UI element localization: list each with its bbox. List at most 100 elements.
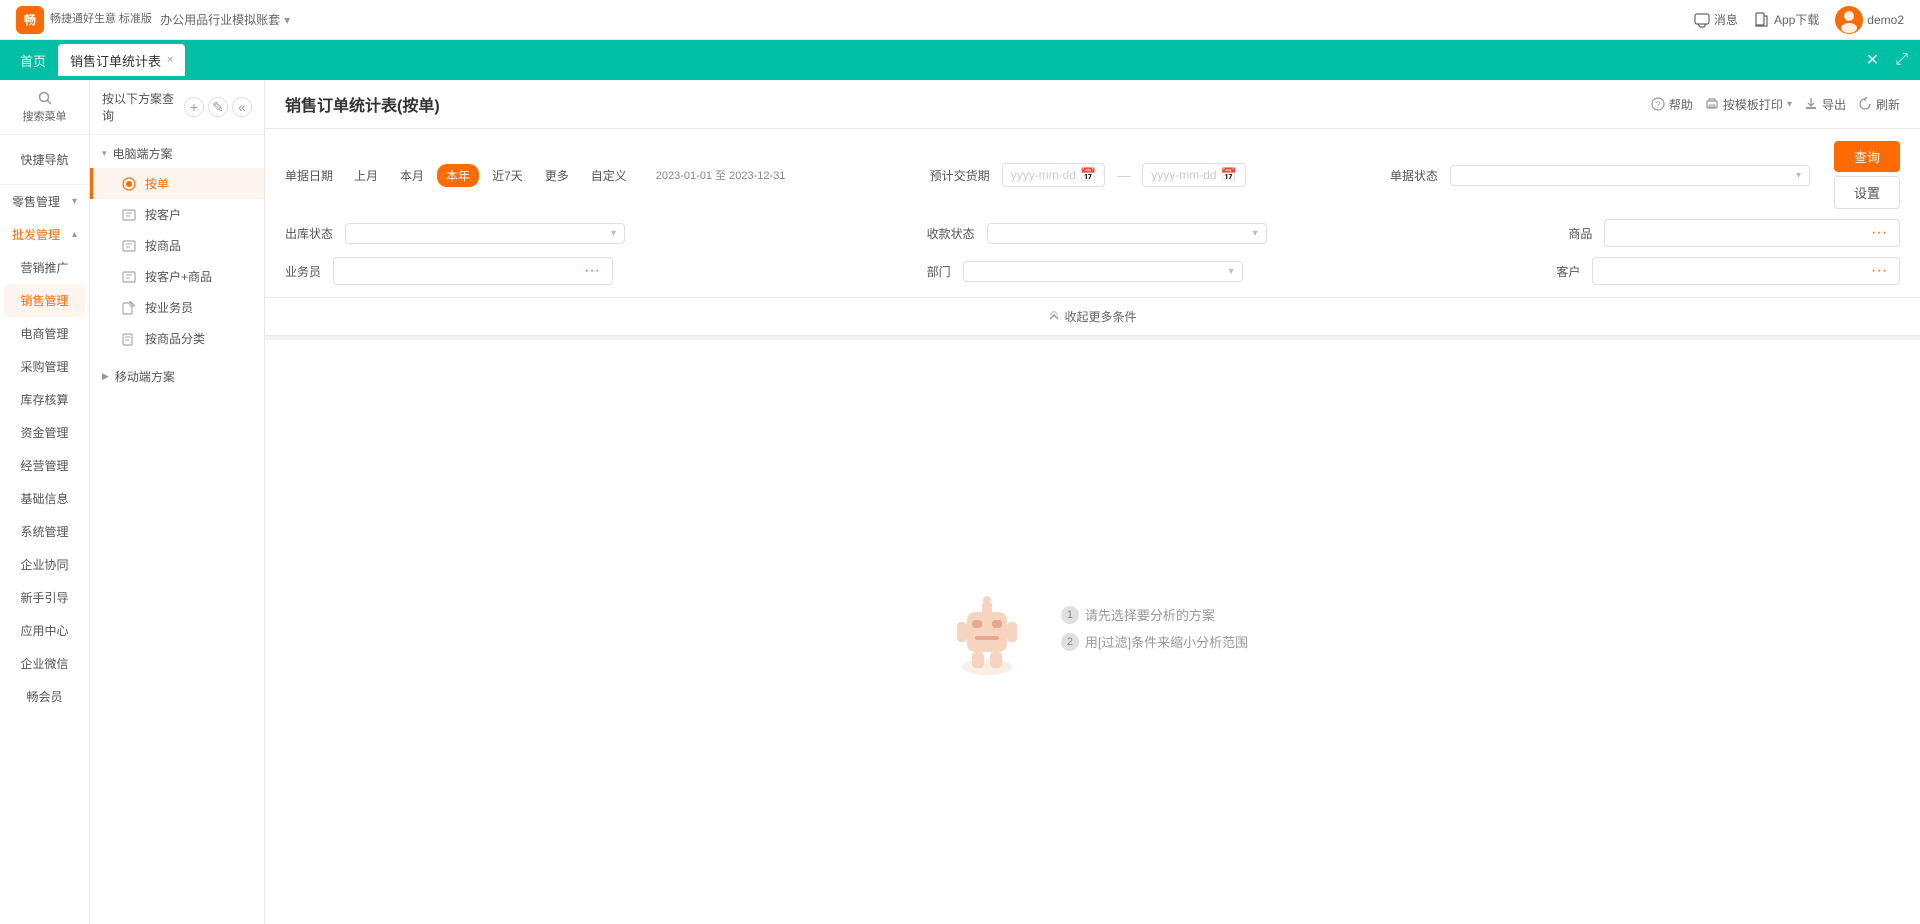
scheme-item-by-salesperson[interactable]: 按业务员 [90,292,264,323]
template-print-button[interactable]: 按模板打印 ▾ [1705,96,1792,113]
collapse-panel-button[interactable]: « [232,97,252,117]
sidebar-item-marketing[interactable]: 营销推广 [4,251,85,284]
sidebar-item-finance[interactable]: 资金管理 [4,416,85,449]
query-button[interactable]: 查询 [1834,141,1900,172]
edit-scheme-button[interactable]: ✎ [208,97,228,117]
pc-scheme-group-header[interactable]: ▾ 电脑端方案 [90,139,264,168]
date-btn-7days[interactable]: 近7天 [483,164,532,187]
search-menu-button[interactable]: 搜索菜单 [0,80,89,135]
sales-label: 销售管理 [20,294,68,308]
by-customer-label: 按客户 [145,206,181,223]
salesperson-more-button[interactable]: ··· [580,262,604,280]
user-menu[interactable]: demo2 [1835,6,1904,34]
sidebar-item-ecommerce[interactable]: 电商管理 [4,317,85,350]
system-label: 系统管理 [20,525,68,539]
ecommerce-label: 电商管理 [20,327,68,341]
breadcrumb-arrow[interactable]: ▾ [284,13,290,27]
sidebar-item-enterprise[interactable]: 企业协同 [4,548,85,581]
product-input[interactable]: ··· [1604,219,1900,247]
sidebar-item-purchase[interactable]: 采购管理 [4,350,85,383]
sidebar: 搜索菜单 快捷导航 零售管理 ▾ 批发管理 ▴ 营销推广 销售管理 电商管理 [0,80,90,924]
settings-button[interactable]: 设置 [1834,176,1900,209]
message-button[interactable]: 消息 [1694,11,1738,28]
stock-label: 库存核算 [20,393,68,407]
sidebar-item-operation[interactable]: 经营管理 [4,449,85,482]
retail-label: 零售管理 [12,193,60,210]
quick-nav-label: 快捷导航 [20,153,68,167]
add-scheme-button[interactable]: + [184,97,204,117]
expected-start-date[interactable]: yyyy-mm-dd 📅 [1002,163,1106,187]
enterprise-label: 企业协同 [20,558,68,572]
by-salesperson-icon [121,300,137,316]
tip-num-2: 2 [1061,633,1079,651]
app-download-button[interactable]: App下载 [1754,11,1819,28]
window-close-button[interactable]: ✕ [1862,46,1883,74]
sidebar-item-retail[interactable]: 零售管理 ▾ [4,185,85,218]
filter-row-1: 单据日期 上月 本月 本年 近7天 更多 自定义 2023-01-01 至 20… [285,141,1900,209]
by-category-label: 按商品分类 [145,330,205,347]
scheme-item-by-category[interactable]: 按商品分类 [90,323,264,354]
tab-home[interactable]: 首页 [8,44,58,76]
sidebar-item-quick-nav[interactable]: 快捷导航 [4,143,85,176]
pc-group-label: 电脑端方案 [113,145,173,162]
pc-group-arrow: ▾ [102,148,107,159]
tab-home-label: 首页 [20,51,46,70]
main-layout: 搜索菜单 快捷导航 零售管理 ▾ 批发管理 ▴ 营销推广 销售管理 电商管理 [0,80,1920,924]
sidebar-item-system[interactable]: 系统管理 [4,515,85,548]
tab-close-button[interactable]: × [167,54,173,66]
date-btn-last-month[interactable]: 上月 [345,164,387,187]
export-button[interactable]: 导出 [1804,96,1846,113]
delivery-status-select[interactable]: ▾ [345,223,625,244]
main-content: 销售订单统计表(按单) ? 帮助 按模板打印 ▾ 导出 [265,80,1920,924]
delivery-status-arrow: ▾ [611,228,616,239]
expected-start-placeholder: yyyy-mm-dd [1011,168,1076,182]
sidebar-item-basic[interactable]: 基础信息 [4,482,85,515]
department-select[interactable]: ▾ [963,261,1243,282]
refresh-icon [1858,97,1872,111]
mobile-scheme-group-header[interactable]: ▶ 移动端方案 [90,362,264,391]
date-btn-this-year[interactable]: 本年 [437,164,479,187]
date-btn-custom[interactable]: 自定义 [582,164,636,187]
sidebar-item-vip[interactable]: 畅会员 [4,680,85,713]
expected-end-date[interactable]: yyyy-mm-dd 📅 [1142,163,1246,187]
collection-status-arrow: ▾ [1253,228,1258,239]
top-bar-right: 消息 App下载 demo2 [1694,6,1904,34]
print-icon [1705,97,1719,111]
customer-input[interactable]: ··· [1592,257,1900,285]
scheme-item-by-customer-product[interactable]: 按客户+商品 [90,261,264,292]
sidebar-item-corpwechat[interactable]: 企业微信 [4,647,85,680]
sidebar-item-stock[interactable]: 库存核算 [4,383,85,416]
logo-text: 畅捷通好生意 标准版 [50,13,152,26]
template-print-arrow[interactable]: ▾ [1787,99,1792,110]
tab-sales-statistics[interactable]: 销售订单统计表 × [58,44,185,76]
help-button[interactable]: ? 帮助 [1651,96,1693,113]
refresh-label: 刷新 [1876,96,1900,113]
product-more-button[interactable]: ··· [1867,224,1891,242]
filter-row-3: 业务员 ··· 部门 ▾ 客户 ··· [285,257,1900,285]
collection-status-select[interactable]: ▾ [987,223,1267,244]
scheme-item-by-order[interactable]: 按单 [90,168,264,199]
expected-end-placeholder: yyyy-mm-dd [1151,168,1216,182]
document-status-select[interactable]: ▾ [1450,165,1810,186]
sidebar-item-newuser[interactable]: 新手引导 [4,581,85,614]
salesperson-input[interactable]: ··· [333,257,613,285]
search-icon [37,90,53,106]
window-maximize-button[interactable]: ⤢ [1891,47,1912,73]
refresh-button[interactable]: 刷新 [1858,96,1900,113]
date-btn-more[interactable]: 更多 [536,164,578,187]
by-product-icon [121,238,137,254]
collapse-icon [1048,311,1060,323]
sidebar-item-appcenter[interactable]: 应用中心 [4,614,85,647]
app-download-label: App下载 [1774,11,1819,28]
top-bar-left: 畅 畅捷通好生意 标准版 办公用品行业模拟账套 ▾ [16,6,290,34]
sidebar-item-sales[interactable]: 销售管理 [4,284,85,317]
date-btn-this-month[interactable]: 本月 [391,164,433,187]
breadcrumb[interactable]: 办公用品行业模拟账套 ▾ [160,11,290,28]
message-label: 消息 [1714,11,1738,28]
sidebar-item-wholesale[interactable]: 批发管理 ▴ [4,218,85,251]
scheme-item-by-customer[interactable]: 按客户 [90,199,264,230]
scheme-item-by-product[interactable]: 按商品 [90,230,264,261]
collapse-more-conditions[interactable]: 收起更多条件 [265,298,1920,336]
empty-state: 1 请先选择要分析的方案 2 用[过滤]条件来缩小分析范围 [265,340,1920,924]
customer-more-button[interactable]: ··· [1867,262,1891,280]
